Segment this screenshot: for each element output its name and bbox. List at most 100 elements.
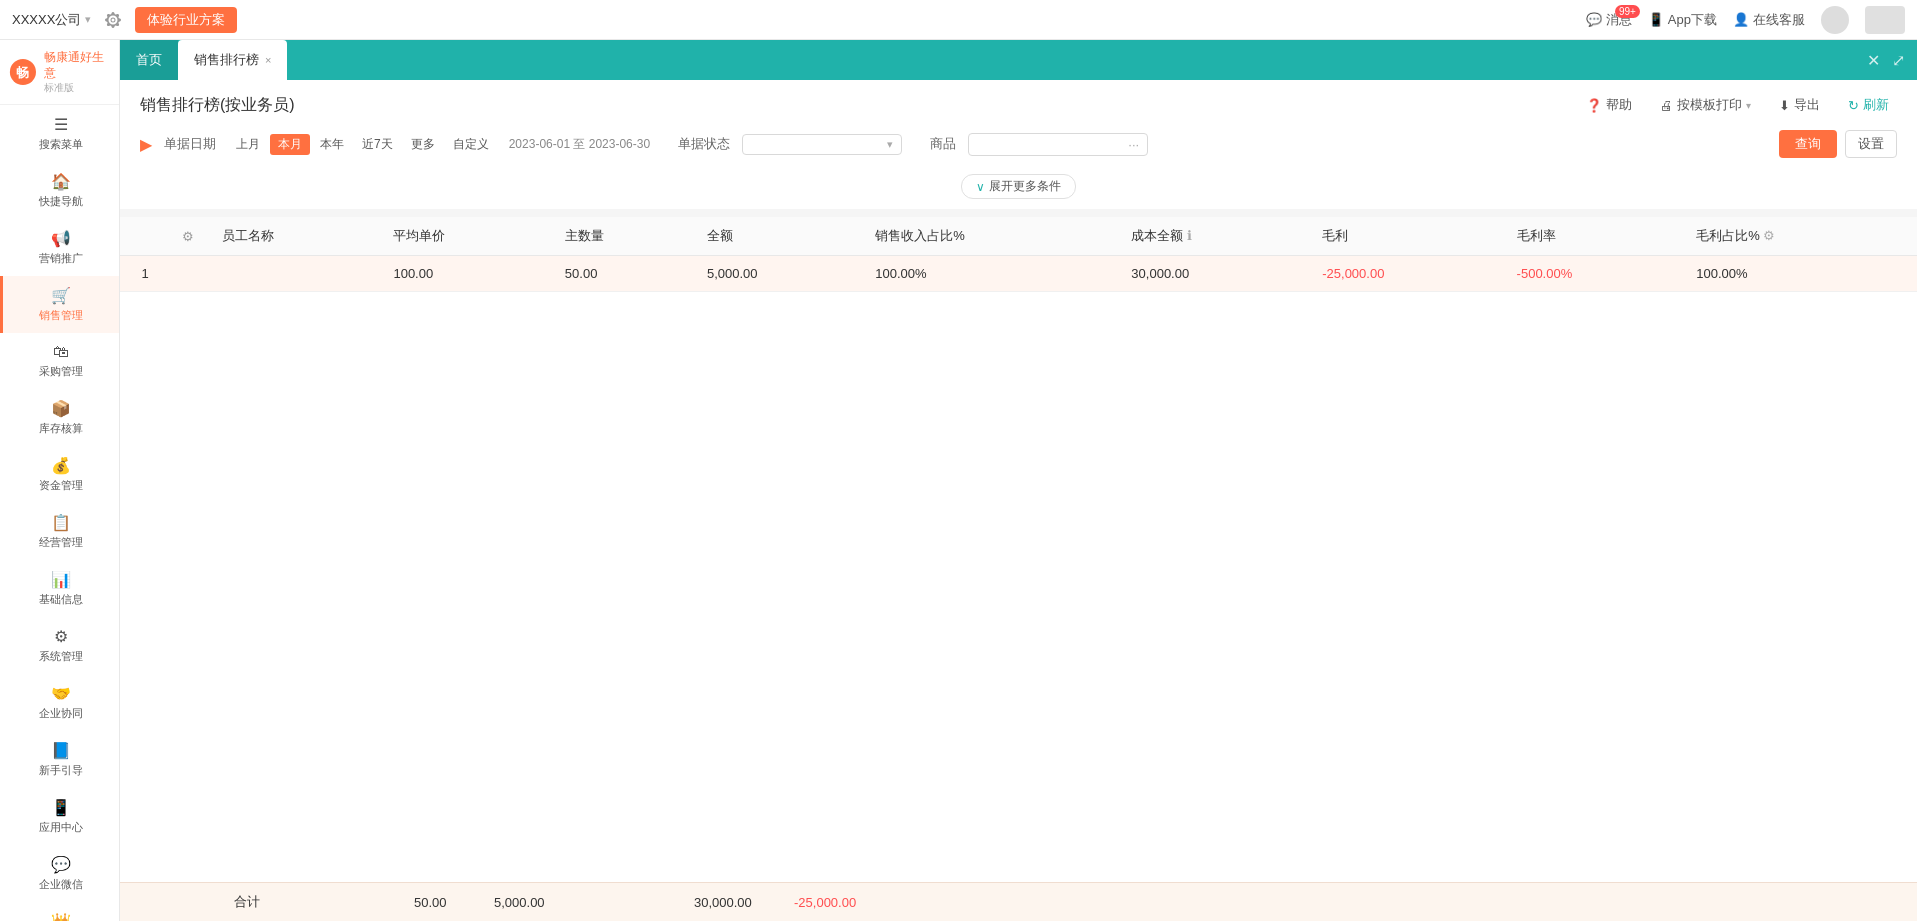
date-tabs: 上月 本月 本年 近7天 更多 自定义 [228, 134, 497, 155]
th-main-qty: 主数量 [553, 217, 695, 256]
svg-text:畅: 畅 [16, 65, 29, 80]
sidebar-label-marketing: 营销推广 [39, 251, 83, 266]
cell-gross: -25,000.00 [1310, 256, 1504, 292]
tab-home[interactable]: 首页 [120, 40, 178, 80]
query-button[interactable]: 查询 [1779, 130, 1837, 158]
refresh-icon: ↻ [1848, 98, 1859, 113]
sidebar-label-system: 系统管理 [39, 649, 83, 664]
expand-conditions-button[interactable]: ∨ 展开更多条件 [961, 174, 1076, 199]
date-tab-lastmonth[interactable]: 上月 [228, 134, 268, 155]
filter-right-buttons: 查询 设置 [1779, 130, 1897, 158]
window-close-icon[interactable]: ✕ [1867, 51, 1880, 70]
cell-name [210, 256, 381, 292]
th-gross-pct: 毛利占比% ⚙ [1684, 217, 1917, 256]
footer-label: 合计 [222, 893, 322, 911]
online-service-button[interactable]: 👤 在线客服 [1733, 11, 1805, 29]
footer-main-qty: 50.00 [402, 895, 482, 910]
content-spacer [120, 550, 1917, 883]
finance-icon: 💰 [51, 456, 71, 475]
export-button[interactable]: ⬇ 导出 [1771, 92, 1828, 118]
sidebar-item-finance[interactable]: 💰 资金管理 [0, 446, 119, 503]
date-range-container: 2023-06-01 至 2023-06-30 [509, 136, 650, 153]
tab-sales-ranking[interactable]: 销售排行榜 × [178, 40, 287, 80]
table-header: ⚙ 员工名称 平均单价 主数量 全额 销售收入占比% 成本全额 ℹ 毛利 毛利率 [120, 217, 1917, 256]
cost-info-icon[interactable]: ℹ [1187, 228, 1192, 243]
sidebar-item-sales[interactable]: 🛒 销售管理 [0, 276, 119, 333]
cell-row-settings [170, 256, 210, 292]
cell-cost-total: 30,000.00 [1119, 256, 1310, 292]
message-button[interactable]: 💬 消息 99+ [1586, 11, 1632, 29]
cell-gross-pct: 100.00% [1684, 256, 1917, 292]
date-tab-thismonth[interactable]: 本月 [270, 134, 310, 155]
data-table: ⚙ 员工名称 平均单价 主数量 全额 销售收入占比% 成本全额 ℹ 毛利 毛利率 [120, 217, 1917, 292]
gross-settings-icon[interactable]: ⚙ [1763, 228, 1775, 243]
sidebar-item-member[interactable]: 👑 畅会员 [0, 902, 119, 921]
tab-close-icon[interactable]: × [265, 54, 271, 66]
print-icon: 🖨 [1660, 98, 1673, 113]
sidebar: 畅 畅康通好生意 标准版 ☰ 搜索菜单 🏠 快捷导航 📢 营销推广 🛒 销售管理… [0, 40, 120, 921]
cell-avg-price: 100.00 [381, 256, 552, 292]
member-icon: 👑 [51, 912, 71, 921]
sidebar-item-quicknav[interactable]: 🏠 快捷导航 [0, 162, 119, 219]
sidebar-item-basicinfo[interactable]: 📊 基础信息 [0, 560, 119, 617]
sidebar-item-marketing[interactable]: 📢 营销推广 [0, 219, 119, 276]
status-select[interactable]: ▾ [742, 134, 902, 155]
date-tab-thisyear[interactable]: 本年 [312, 134, 352, 155]
operations-icon: 📋 [51, 513, 71, 532]
th-avg-price: 平均单价 [381, 217, 552, 256]
sidebar-item-purchase[interactable]: 🛍 采购管理 [0, 333, 119, 389]
cell-rank: 1 [120, 256, 170, 292]
sidebar-label-quicknav: 快捷导航 [39, 194, 83, 209]
app-download-button[interactable]: 📱 App下载 [1648, 11, 1717, 29]
help-button[interactable]: ❓ 帮助 [1578, 92, 1640, 118]
sidebar-item-inventory[interactable]: 📦 库存核算 [0, 389, 119, 446]
home-icon: 🏠 [51, 172, 71, 191]
sales-icon: 🛒 [51, 286, 71, 305]
tab-bar: 首页 销售排行榜 × ✕ ⤢ [120, 40, 1917, 80]
goods-input[interactable]: ··· [968, 133, 1148, 156]
sidebar-item-guide[interactable]: 📘 新手引导 [0, 731, 119, 788]
page-settings-button[interactable]: 设置 [1845, 130, 1897, 158]
table-footer: 合计 50.00 5,000.00 30,000.00 -25,000.00 [120, 882, 1917, 921]
goods-more-icon[interactable]: ··· [1128, 137, 1139, 152]
sidebar-label-wechat: 企业微信 [39, 877, 83, 892]
sidebar-label-purchase: 采购管理 [39, 364, 83, 379]
refresh-button[interactable]: ↻ 刷新 [1840, 92, 1897, 118]
filter-row: ▶ 单据日期 上月 本月 本年 近7天 更多 自定义 2023-06-01 至 … [140, 130, 1897, 168]
date-tab-custom[interactable]: 自定义 [445, 134, 497, 155]
settings-icon[interactable] [99, 6, 127, 34]
trial-button[interactable]: 体验行业方案 [135, 7, 237, 33]
date-tab-7days[interactable]: 近7天 [354, 134, 401, 155]
footer-gross: -25,000.00 [782, 895, 882, 910]
th-cost-total: 成本全额 ℹ [1119, 217, 1310, 256]
avatar[interactable] [1821, 6, 1849, 34]
collab-icon: 🤝 [51, 684, 71, 703]
status-chevron-icon: ▾ [887, 138, 893, 151]
page-title: 销售排行榜(按业务员) [140, 95, 295, 116]
window-expand-icon[interactable]: ⤢ [1892, 51, 1905, 70]
online-service-label: 在线客服 [1753, 11, 1805, 29]
top-bar: XXXXX公司 ▾ 体验行业方案 💬 消息 99+ 📱 App下载 👤 在线客服 [0, 0, 1917, 40]
company-selector[interactable]: XXXXX公司 ▾ [12, 11, 91, 29]
th-name: 员工名称 [210, 217, 381, 256]
date-tab-more[interactable]: 更多 [403, 134, 443, 155]
filter-toggle-icon[interactable]: ▶ [140, 135, 152, 154]
sidebar-label-search: 搜索菜单 [39, 137, 83, 152]
active-tab-label: 销售排行榜 [194, 51, 259, 69]
column-settings-icon[interactable]: ⚙ [182, 229, 194, 244]
sidebar-item-system[interactable]: ⚙ 系统管理 [0, 617, 119, 674]
sidebar-item-operations[interactable]: 📋 经营管理 [0, 503, 119, 560]
sidebar-item-search[interactable]: ☰ 搜索菜单 [0, 105, 119, 162]
top-right-area: 💬 消息 99+ 📱 App下载 👤 在线客服 [1586, 6, 1905, 34]
logo-icon: 畅 [8, 56, 38, 88]
sidebar-item-collab[interactable]: 🤝 企业协同 [0, 674, 119, 731]
th-gross-rate: 毛利率 [1505, 217, 1685, 256]
th-settings[interactable]: ⚙ [170, 217, 210, 256]
sidebar-item-wechat[interactable]: 💬 企业微信 [0, 845, 119, 902]
page-actions: ❓ 帮助 🖨 按模板打印 ▾ ⬇ 导出 ↻ [1578, 92, 1897, 118]
user-name-area [1865, 6, 1905, 34]
goods-filter-label: 商品 [930, 135, 956, 153]
sidebar-item-appcenter[interactable]: 📱 应用中心 [0, 788, 119, 845]
footer-cost-total: 30,000.00 [682, 895, 782, 910]
print-button[interactable]: 🖨 按模板打印 ▾ [1652, 92, 1759, 118]
